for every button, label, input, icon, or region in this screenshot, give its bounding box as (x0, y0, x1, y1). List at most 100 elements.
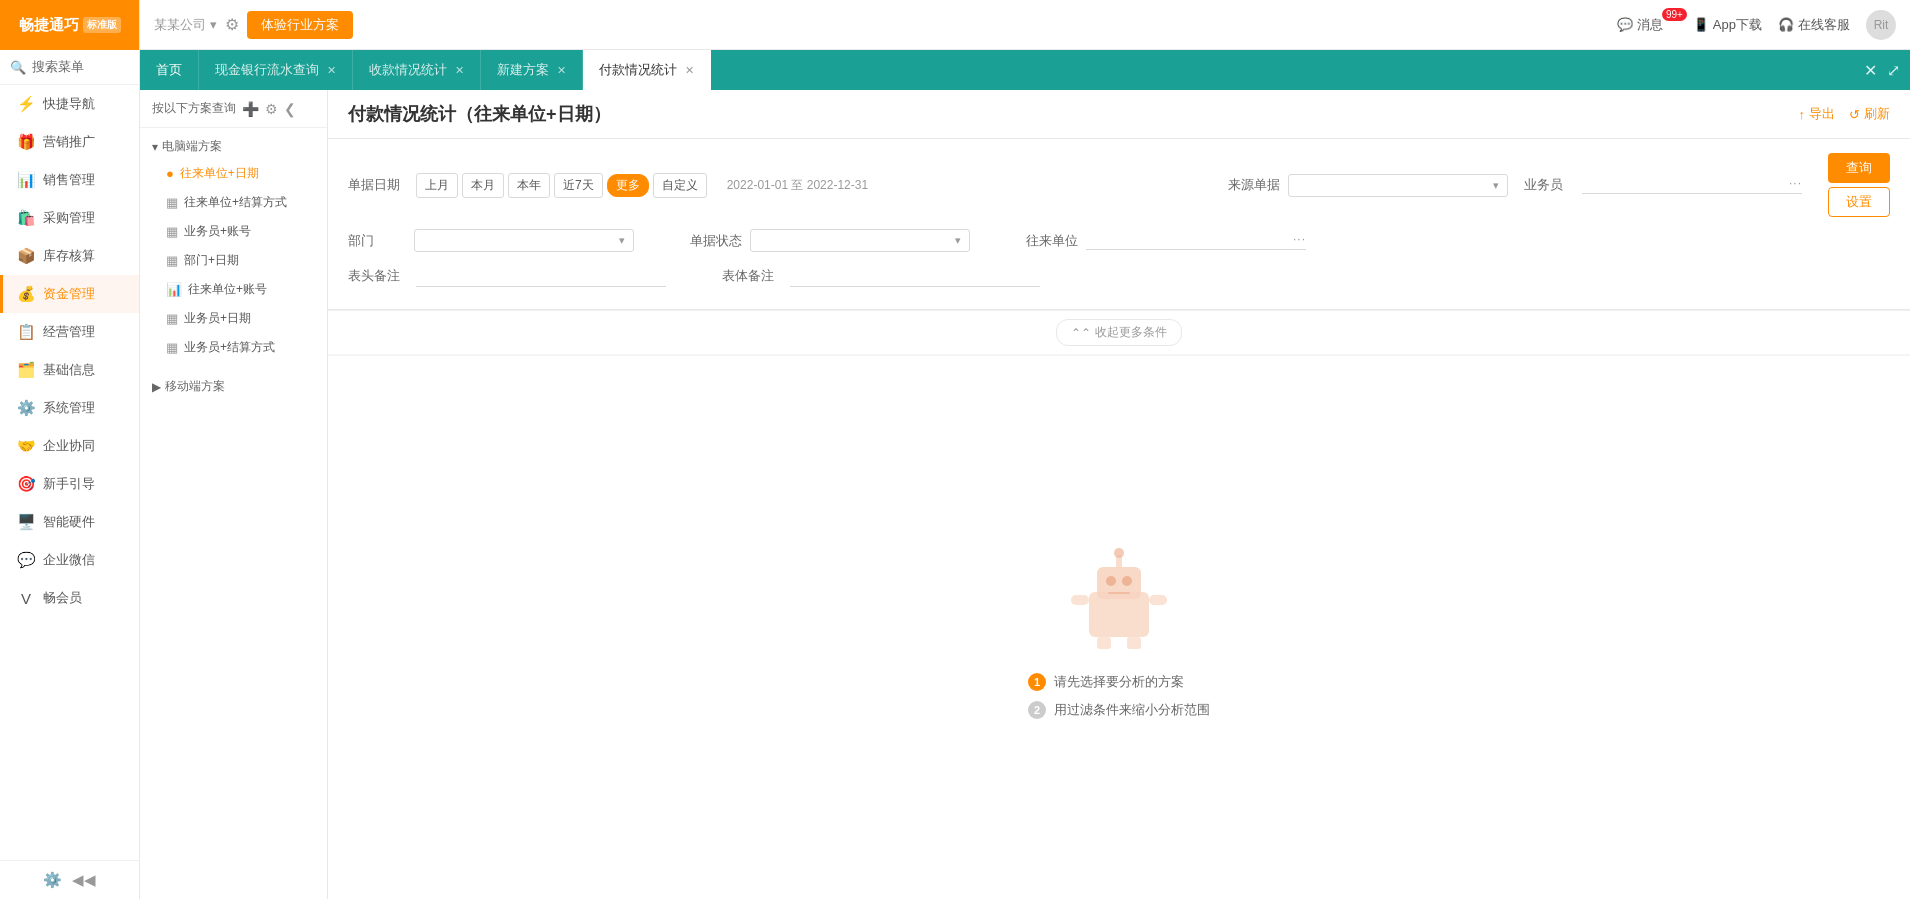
date-this-month-btn[interactable]: 本月 (462, 173, 504, 198)
refresh-btn[interactable]: ↺ 刷新 (1849, 105, 1890, 123)
doc-status-select[interactable]: ▾ (750, 229, 970, 252)
export-btn[interactable]: ↑ 导出 (1799, 105, 1836, 123)
app-download-label: App下载 (1713, 16, 1762, 34)
remark-body-input[interactable] (790, 264, 1040, 287)
message-badge: 99+ (1662, 8, 1687, 21)
scheme-item-partner-account[interactable]: 📊 往来单位+账号 (140, 275, 327, 304)
main-content: 付款情况统计（往来单位+日期） ↑ 导出 ↺ 刷新 单据日期 (328, 90, 1910, 899)
scheme-mobile-group-title[interactable]: ▶ 移动端方案 (140, 374, 327, 399)
dept-select[interactable]: ▾ (414, 229, 634, 252)
query-btn[interactable]: 查询 (1828, 153, 1890, 183)
salesman-select[interactable]: ··· (1582, 176, 1802, 194)
source-label: 来源单据 (1228, 176, 1280, 194)
export-label: 导出 (1809, 105, 1835, 123)
inventory-icon: 📦 (17, 247, 35, 265)
scheme-settings-icon[interactable]: ⚙ (265, 101, 278, 117)
sidebar-item-member[interactable]: V 畅会员 (0, 579, 139, 617)
sidebar-label: 采购管理 (43, 209, 95, 227)
operation-icon: 📋 (17, 323, 35, 341)
settings-btn[interactable]: 设置 (1828, 187, 1890, 217)
remark-header-input[interactable] (416, 264, 666, 287)
tab-payment-stats[interactable]: 收款情况统计 ✕ (353, 50, 481, 90)
date-label: 单据日期 (348, 176, 400, 194)
sales-icon: 📊 (17, 171, 35, 189)
collapse-more-section: ⌃⌃ 收起更多条件 (328, 310, 1910, 354)
svg-rect-9 (1149, 595, 1167, 605)
refresh-icon: ↺ (1849, 107, 1860, 122)
scheme-add-icon[interactable]: ➕ (242, 101, 259, 117)
online-service-action[interactable]: 🎧 在线客服 (1778, 16, 1850, 34)
app-icon: 📱 (1693, 17, 1709, 32)
date-custom-btn[interactable]: 自定义 (653, 173, 707, 198)
salesman-dots: ··· (1789, 176, 1802, 190)
user-avatar[interactable]: Rit (1866, 10, 1896, 40)
sidebar-item-sales[interactable]: 📊 销售管理 (0, 161, 139, 199)
sidebar-item-system[interactable]: ⚙️ 系统管理 (0, 389, 139, 427)
service-icon: 🎧 (1778, 17, 1794, 32)
tab-new-scheme-close[interactable]: ✕ (557, 64, 566, 77)
tab-new-scheme[interactable]: 新建方案 ✕ (481, 50, 583, 90)
chevron-right-icon: ▶ (152, 380, 161, 394)
sidebar-item-wechat[interactable]: 💬 企业微信 (0, 541, 139, 579)
version-badge: 标准版 (83, 17, 121, 33)
content-area: 按以下方案查询 ➕ ⚙ ❮ ▾ 电脑端方案 ● 往来单位+日期 ▦ 往来单位+结… (140, 90, 1910, 899)
scheme-panel: 按以下方案查询 ➕ ⚙ ❮ ▾ 电脑端方案 ● 往来单位+日期 ▦ 往来单位+结… (140, 90, 328, 899)
collapse-sidebar-icon[interactable]: ◀◀ (72, 871, 96, 889)
sidebar-label: 智能硬件 (43, 513, 95, 531)
sidebar-item-guide[interactable]: 🎯 新手引导 (0, 465, 139, 503)
sidebar-search[interactable]: 🔍 搜索菜单 (0, 50, 139, 85)
scheme-pc-group-title[interactable]: ▾ 电脑端方案 (140, 134, 327, 159)
app-download-action[interactable]: 📱 App下载 (1693, 16, 1762, 34)
filter-row-1: 单据日期 上月 本月 本年 近7天 更多 自定义 2022-01-01 至 20… (348, 153, 1890, 217)
tab-bank-flow[interactable]: 现金银行流水查询 ✕ (199, 50, 353, 90)
search-icon: 🔍 (10, 60, 26, 75)
tab-bank-flow-close[interactable]: ✕ (327, 64, 336, 77)
sidebar-label: 基础信息 (43, 361, 95, 379)
message-action[interactable]: 💬 消息 99+ (1617, 16, 1677, 34)
sidebar-label: 畅会员 (43, 589, 82, 607)
topbar-settings-icon[interactable]: ⚙ (225, 15, 239, 34)
scheme-collapse-icon[interactable]: ❮ (284, 101, 296, 117)
scheme-item-icon: ▦ (166, 224, 178, 239)
tab-payment-out-stats-label: 付款情况统计 (599, 61, 677, 79)
tab-payment-out-stats-close[interactable]: ✕ (685, 64, 694, 77)
scheme-item-partner-payment[interactable]: ▦ 往来单位+结算方式 (140, 188, 327, 217)
partner-select[interactable]: ··· (1086, 232, 1306, 250)
tab-close-all-icon[interactable]: ✕ (1864, 61, 1877, 80)
pc-group-label: 电脑端方案 (162, 138, 222, 155)
sidebar-item-inventory[interactable]: 📦 库存核算 (0, 237, 139, 275)
tab-maximize-icon[interactable]: ⤢ (1887, 61, 1900, 80)
date-more-btn[interactable]: 更多 (607, 174, 649, 197)
sidebar-item-quick-nav[interactable]: ⚡ 快捷导航 (0, 85, 139, 123)
scheme-header-title: 按以下方案查询 (152, 100, 236, 117)
salesman-label: 业务员 (1524, 176, 1574, 194)
scheme-item-salesman-account[interactable]: ▦ 业务员+账号 (140, 217, 327, 246)
sidebar-item-enterprise[interactable]: 🤝 企业协同 (0, 427, 139, 465)
sidebar-item-operation[interactable]: 📋 经营管理 (0, 313, 139, 351)
sidebar-item-hardware[interactable]: 🖥️ 智能硬件 (0, 503, 139, 541)
date-last-7-days-btn[interactable]: 近7天 (554, 173, 603, 198)
settings-gear-icon[interactable]: ⚙️ (43, 871, 62, 889)
tab-payment-out-stats[interactable]: 付款情况统计 ✕ (583, 50, 711, 90)
source-select[interactable]: ▾ (1288, 174, 1508, 197)
sidebar-item-basic-info[interactable]: 🗂️ 基础信息 (0, 351, 139, 389)
funds-icon: 💰 (17, 285, 35, 303)
trial-btn[interactable]: 体验行业方案 (247, 11, 353, 39)
tab-payment-stats-close[interactable]: ✕ (455, 64, 464, 77)
scheme-item-salesman-date[interactable]: ▦ 业务员+日期 (140, 304, 327, 333)
scheme-chart-icon: 📊 (166, 282, 182, 297)
sidebar-item-marketing[interactable]: 🎁 营销推广 (0, 123, 139, 161)
empty-state: 1 请先选择要分析的方案 2 用过滤条件来缩小分析范围 (328, 356, 1910, 899)
date-last-month-btn[interactable]: 上月 (416, 173, 458, 198)
scheme-item-salesman-payment[interactable]: ▦ 业务员+结算方式 (140, 333, 327, 362)
sidebar-item-purchase[interactable]: 🛍️ 采购管理 (0, 199, 139, 237)
collapse-more-btn[interactable]: ⌃⌃ 收起更多条件 (1056, 319, 1182, 346)
company-name[interactable]: 某某公司 ▾ (154, 16, 217, 34)
scheme-item-dept-date[interactable]: ▦ 部门+日期 (140, 246, 327, 275)
scheme-item-partner-date[interactable]: ● 往来单位+日期 (140, 159, 327, 188)
date-this-year-btn[interactable]: 本年 (508, 173, 550, 198)
wechat-icon: 💬 (17, 551, 35, 569)
tab-home[interactable]: 首页 (140, 50, 199, 90)
svg-point-3 (1122, 576, 1132, 586)
sidebar-item-funds[interactable]: 💰 资金管理 (0, 275, 139, 313)
